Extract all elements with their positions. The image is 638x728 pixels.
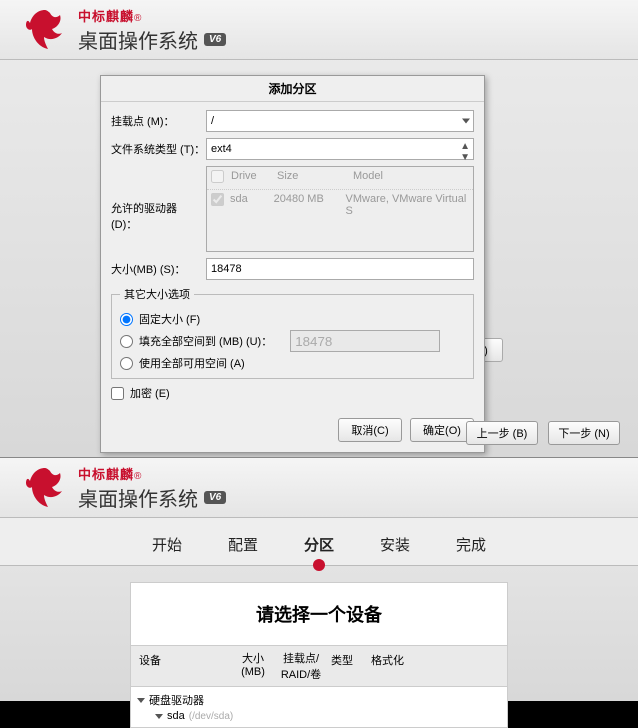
fill-to-input xyxy=(290,330,440,352)
version-badge: V6 xyxy=(204,491,226,504)
add-partition-dialog: 添加分区 挂载点 (M)： 文件系统类型 (T)： ▲▼ 允许的驱动器 (D)： xyxy=(100,75,485,453)
drive-check-all xyxy=(211,170,224,183)
tab-config[interactable]: 配置 xyxy=(224,528,262,565)
wizard-tabs: 开始 配置 分区 安装 完成 xyxy=(0,518,638,566)
tab-finish[interactable]: 完成 xyxy=(452,528,490,565)
header-bottom: 中标麒麟® 桌面操作系统 V6 xyxy=(0,458,638,518)
header-top: 中标麒麟® 桌面操作系统 V6 xyxy=(0,0,638,60)
triangle-down-icon xyxy=(137,698,145,703)
tree-sda[interactable]: sda (/dev/sda) xyxy=(137,709,501,723)
radio-use-all[interactable] xyxy=(120,357,133,370)
brand-name: 中标麒麟® xyxy=(78,6,226,25)
radio-fill-to[interactable] xyxy=(120,335,133,348)
brand-product: 桌面操作系统 xyxy=(78,483,198,512)
mount-label: 挂载点 (M)： xyxy=(111,113,206,129)
radio-use-all-label: 使用全部可用空间 (A) xyxy=(139,355,245,371)
device-panel: 请选择一个设备 设备 大小 (MB) 挂载点/ RAID/卷 类型 格式化 硬盘… xyxy=(130,582,508,728)
fstype-label: 文件系统类型 (T)： xyxy=(111,141,206,157)
triangle-down-icon xyxy=(155,714,163,719)
drive-check-sda xyxy=(211,193,224,206)
drive-row-sda[interactable]: sda 20480 MB VMware, VMware Virtual S xyxy=(207,190,473,220)
allowed-drives-list[interactable]: Drive Size Model sda 20480 MB VMware, VM… xyxy=(206,166,474,252)
tab-install[interactable]: 安装 xyxy=(376,528,414,565)
encrypt-label: 加密 (E) xyxy=(130,385,170,401)
encrypt-checkbox[interactable] xyxy=(111,387,124,400)
neokylin-logo xyxy=(20,463,70,513)
drives-label: 允许的驱动器 (D)： xyxy=(111,166,206,232)
radio-fixed-label: 固定大小 (F) xyxy=(139,311,200,327)
brand-name: 中标麒麟® xyxy=(78,464,226,483)
spinner-icon: ▲▼ xyxy=(460,141,470,163)
version-badge: V6 xyxy=(204,33,226,46)
dialog-title: 添加分区 xyxy=(101,76,484,102)
neokylin-logo xyxy=(20,5,70,55)
chevron-down-icon xyxy=(462,119,470,124)
tree-hdd-header[interactable]: 硬盘驱动器 xyxy=(137,691,501,709)
size-label: 大小(MB) (S)： xyxy=(111,261,206,277)
device-table-header: 设备 大小 (MB) 挂载点/ RAID/卷 类型 格式化 xyxy=(131,645,507,687)
tab-start[interactable]: 开始 xyxy=(148,528,186,565)
tab-partition[interactable]: 分区 xyxy=(300,528,338,565)
radio-fixed[interactable] xyxy=(120,313,133,326)
cancel-button[interactable]: 取消(C) xyxy=(338,418,402,442)
size-input[interactable] xyxy=(206,258,474,280)
device-title: 请选择一个设备 xyxy=(131,583,507,645)
mount-select[interactable] xyxy=(206,110,474,132)
fstype-select[interactable] xyxy=(206,138,474,160)
prev-button[interactable]: 上一步 (B) xyxy=(466,421,538,445)
next-button[interactable]: 下一步 (N) xyxy=(548,421,620,445)
other-size-legend: 其它大小选项 xyxy=(120,286,194,302)
radio-fill-to-label: 填充全部空间到 (MB) (U)： xyxy=(139,333,272,349)
ok-button[interactable]: 确定(O) xyxy=(410,418,474,442)
brand-product: 桌面操作系统 xyxy=(78,25,198,54)
